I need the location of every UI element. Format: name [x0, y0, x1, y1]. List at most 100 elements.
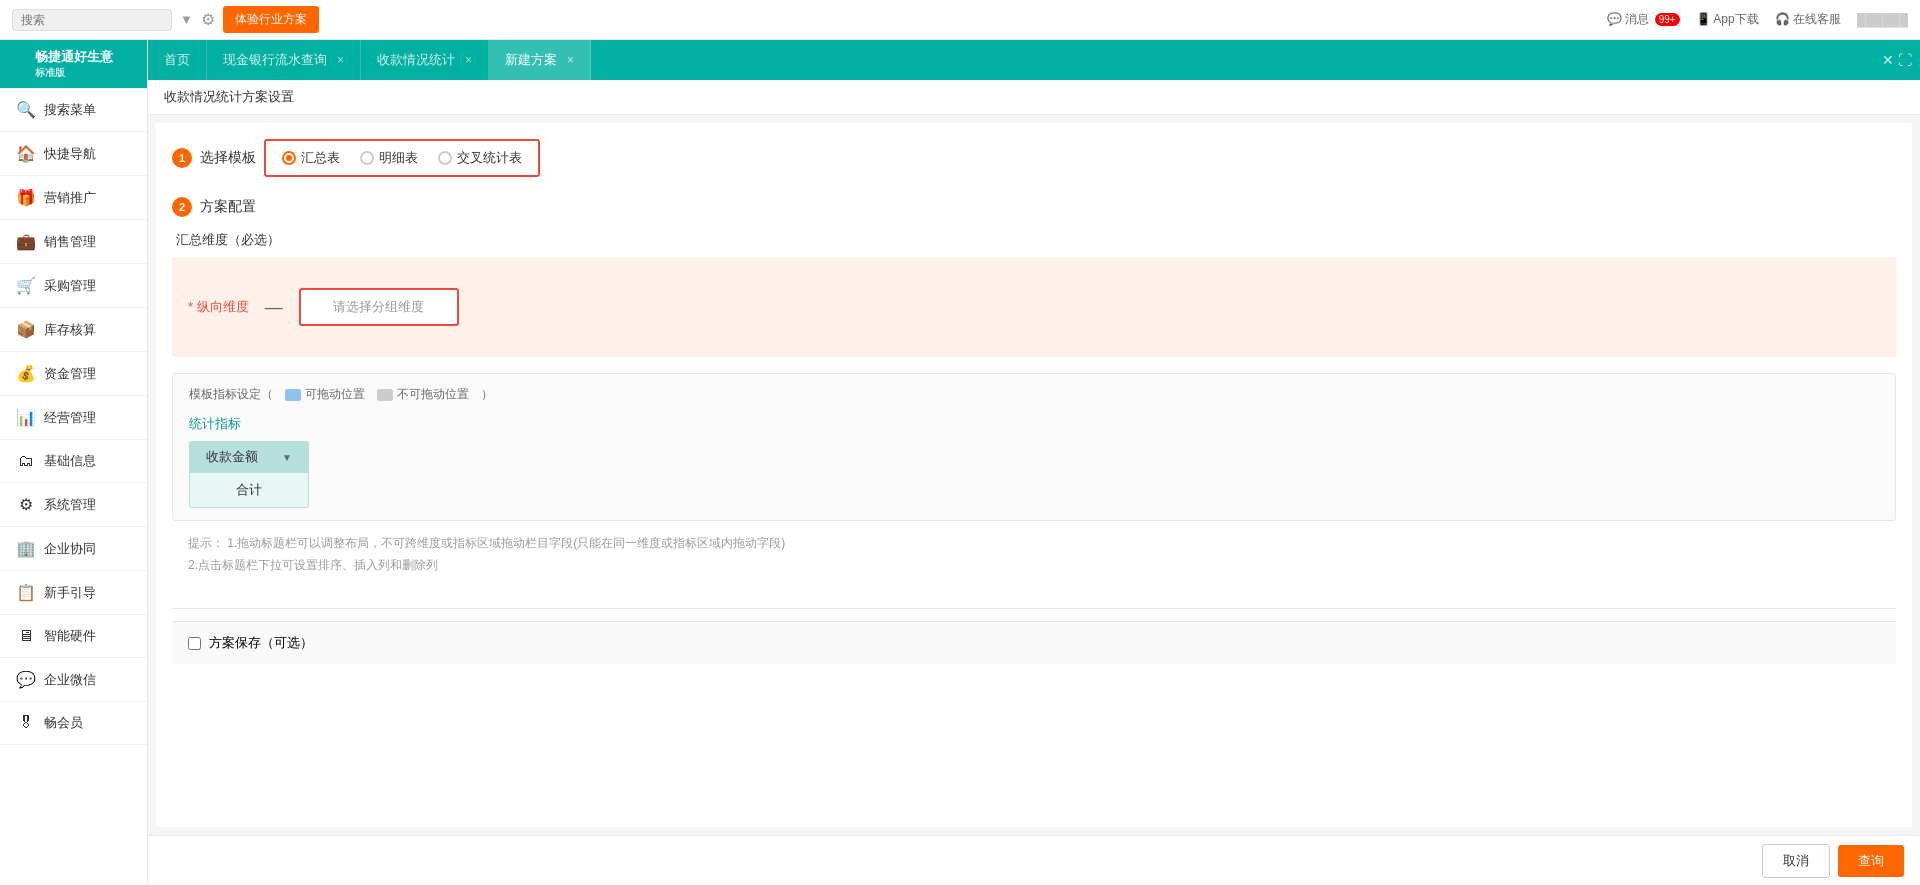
tip-1: 提示： 1.拖动标题栏可以调整布局，不可跨维度或指标区域拖动栏目字段(只能在同一…	[188, 533, 1880, 555]
page-content: 收款情况统计方案设置 1 选择模板 汇总表	[148, 80, 1920, 835]
industry-button[interactable]: 体验行业方案	[223, 6, 319, 33]
tab-new-plan[interactable]: 新建方案 ×	[489, 40, 591, 80]
dimension-section-title: 汇总维度（必选）	[172, 231, 1896, 249]
purchase-icon: 🛒	[16, 276, 36, 295]
sidebar-item-inventory[interactable]: 📦 库存核算	[0, 308, 147, 352]
system-icon: ⚙	[16, 495, 36, 514]
tab-new-plan-close[interactable]: ×	[567, 53, 574, 67]
sidebar-item-search-menu[interactable]: 🔍 搜索菜单	[0, 88, 147, 132]
sidebar-item-system[interactable]: ⚙ 系统管理	[0, 483, 147, 527]
save-divider	[172, 608, 1896, 609]
search-menu-icon: 🔍	[16, 100, 36, 119]
sidebar-label-operations: 经营管理	[44, 409, 96, 427]
sidebar: 畅捷通好生意 标准版 🔍 搜索菜单 🏠 快捷导航 🎁 营销推广 💼 销售管理 🛒…	[0, 40, 148, 885]
tab-collection-stat-label: 收款情况统计	[377, 51, 455, 69]
sidebar-label-guide: 新手引导	[44, 584, 96, 602]
radio-summary[interactable]: 汇总表	[282, 149, 340, 167]
tip-2: 2.点击标题栏下拉可设置排序、插入列和删除列	[188, 555, 1880, 577]
non-draggable-icon	[377, 389, 393, 401]
sidebar-item-company-coop[interactable]: 🏢 企业协同	[0, 527, 147, 571]
metrics-header-label: 收款金额	[206, 448, 258, 466]
metrics-table-row: 合计	[190, 472, 308, 507]
top-bar-left: ▼ ⚙ 体验行业方案	[12, 6, 319, 33]
sidebar-label-search-menu: 搜索菜单	[44, 101, 96, 119]
metrics-config-label: 模板指标设定（	[189, 386, 273, 403]
guide-icon: 📋	[16, 583, 36, 602]
tab-home-label: 首页	[164, 51, 190, 69]
app-download[interactable]: 📱 App下载	[1696, 11, 1759, 28]
radio-cross[interactable]: 交叉统计表	[438, 149, 522, 167]
step1-title: 选择模板	[200, 149, 256, 167]
dimension-area: 纵向维度 — 请选择分组维度	[172, 257, 1896, 357]
sidebar-item-sales[interactable]: 💼 销售管理	[0, 220, 147, 264]
sidebar-label-purchase: 采购管理	[44, 277, 96, 295]
smart-hw-icon: 🖥	[16, 627, 36, 645]
user-name[interactable]: ██████	[1857, 13, 1908, 27]
step2-section: 2 方案配置 汇总维度（必选） 纵向维度 —	[172, 197, 1896, 588]
sidebar-item-operations[interactable]: 📊 经营管理	[0, 396, 147, 440]
tab-bar: 首页 现金银行流水查询 × 收款情况统计 × 新建方案 × ✕ ⛶	[148, 40, 1920, 80]
query-button[interactable]: 查询	[1838, 845, 1904, 877]
tab-collection-stat[interactable]: 收款情况统计 ×	[361, 40, 489, 80]
metrics-section: 模板指标设定（ 可拖动位置 不可拖动位置 ） 统计指标	[172, 373, 1896, 521]
row-dimension-label: 纵向维度	[188, 298, 249, 316]
metrics-table-header[interactable]: 收款金额 ▼	[190, 442, 308, 472]
step2-badge: 2	[172, 197, 192, 217]
tab-expand-icon[interactable]: ⛶	[1898, 52, 1912, 68]
sidebar-item-marketing[interactable]: 🎁 营销推广	[0, 176, 147, 220]
save-label: 方案保存（可选）	[209, 634, 313, 652]
metrics-close-paren: ）	[481, 386, 493, 403]
metrics-group-label: 统计指标	[189, 415, 1879, 433]
tab-collection-stat-close[interactable]: ×	[465, 53, 472, 67]
gear-icon[interactable]: ⚙	[201, 10, 215, 29]
cancel-button[interactable]: 取消	[1762, 844, 1830, 878]
sidebar-label-inventory: 库存核算	[44, 321, 96, 339]
content-area: 首页 现金银行流水查询 × 收款情况统计 × 新建方案 × ✕ ⛶ 收	[148, 40, 1920, 885]
non-draggable-indicator: 不可拖动位置	[377, 386, 469, 403]
wechat-icon: 💬	[16, 670, 36, 689]
search-input[interactable]	[12, 9, 172, 31]
sidebar-label-smart-hw: 智能硬件	[44, 627, 96, 645]
notification-label: 消息	[1625, 12, 1649, 26]
sidebar-item-smart-hw[interactable]: 🖥 智能硬件	[0, 615, 147, 658]
step2-header: 2 方案配置	[172, 197, 1896, 217]
top-bar-right: 💬 消息 99+ 📱 App下载 🎧 在线客服 ██████	[1607, 11, 1908, 28]
quick-nav-icon: 🏠	[16, 144, 36, 163]
sidebar-item-member[interactable]: 🎖 畅会员	[0, 702, 147, 745]
sidebar-label-sales: 销售管理	[44, 233, 96, 251]
dimension-select[interactable]: 请选择分组维度	[299, 288, 459, 326]
sidebar-item-guide[interactable]: 📋 新手引导	[0, 571, 147, 615]
radio-cross-circle	[438, 151, 452, 165]
tab-home[interactable]: 首页	[148, 40, 207, 80]
sidebar-item-finance[interactable]: 💰 资金管理	[0, 352, 147, 396]
dimension-arrow: —	[265, 297, 283, 318]
notification-area[interactable]: 💬 消息 99+	[1607, 11, 1680, 28]
save-checkbox[interactable]	[188, 637, 201, 650]
action-bar: 取消 查询	[148, 835, 1920, 885]
sales-icon: 💼	[16, 232, 36, 251]
top-bar: ▼ ⚙ 体验行业方案 💬 消息 99+ 📱 App下载 🎧 在线客服 █████…	[0, 0, 1920, 40]
logo-sub: 标准版	[35, 66, 113, 80]
sidebar-logo: 畅捷通好生意 标准版	[0, 40, 147, 88]
notification-badge: 99+	[1655, 13, 1680, 26]
tab-bank-flow-close[interactable]: ×	[337, 53, 344, 67]
metrics-header: 模板指标设定（ 可拖动位置 不可拖动位置 ）	[189, 386, 1879, 403]
step1-section: 1 选择模板 汇总表 明细表	[172, 139, 1896, 177]
sidebar-label-wechat: 企业微信	[44, 671, 96, 689]
sidebar-item-wechat[interactable]: 💬 企业微信	[0, 658, 147, 702]
online-service[interactable]: 🎧 在线客服	[1775, 11, 1841, 28]
sidebar-label-marketing: 营销推广	[44, 189, 96, 207]
radio-detail-circle	[360, 151, 374, 165]
radio-summary-label: 汇总表	[301, 149, 340, 167]
metrics-chevron-icon[interactable]: ▼	[282, 452, 292, 463]
tab-bank-flow[interactable]: 现金银行流水查询 ×	[207, 40, 361, 80]
radio-cross-label: 交叉统计表	[457, 149, 522, 167]
basic-info-icon: 🗂	[16, 452, 36, 470]
sidebar-item-basic-info[interactable]: 🗂 基础信息	[0, 440, 147, 483]
sidebar-item-purchase[interactable]: 🛒 采购管理	[0, 264, 147, 308]
inventory-icon: 📦	[16, 320, 36, 339]
tab-close-all-icon[interactable]: ✕	[1882, 52, 1894, 68]
dropdown-icon[interactable]: ▼	[180, 12, 193, 27]
sidebar-item-quick-nav[interactable]: 🏠 快捷导航	[0, 132, 147, 176]
radio-detail[interactable]: 明细表	[360, 149, 418, 167]
